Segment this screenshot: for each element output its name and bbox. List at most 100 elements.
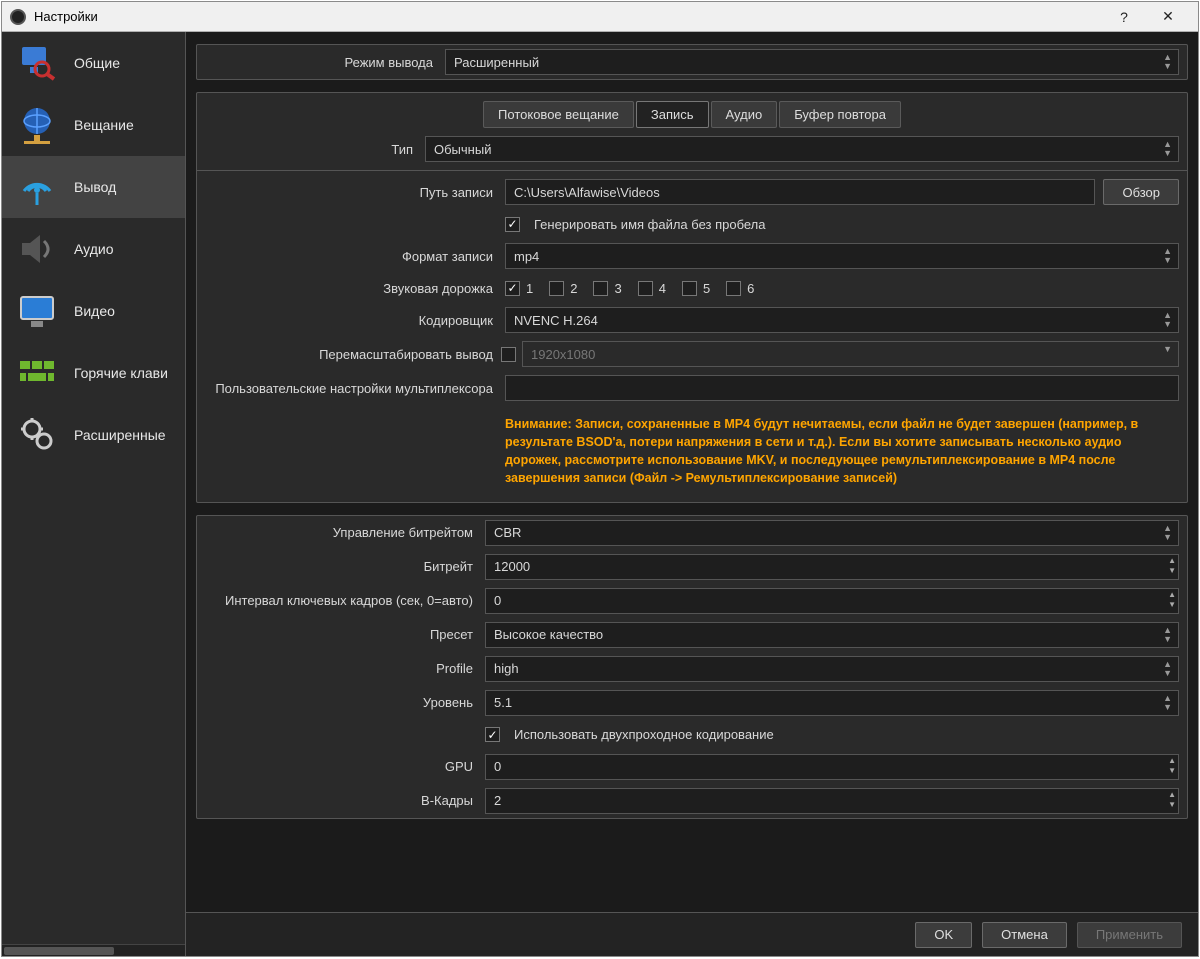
gpu-label: GPU [205, 759, 485, 774]
bframes-value: 2 [494, 793, 501, 808]
profile-value: high [494, 661, 519, 676]
record-format-label: Формат записи [205, 249, 505, 264]
record-path-label: Путь записи [205, 185, 505, 200]
sidebar-scrollbar[interactable] [2, 944, 185, 956]
gpu-value: 0 [494, 759, 501, 774]
chevron-updown-icon: ▲▼ [1163, 311, 1172, 329]
twopass-label: Использовать двухпроходное кодирование [514, 727, 774, 742]
globe-icon [12, 103, 62, 147]
bitrate-label: Битрейт [205, 559, 485, 574]
sidebar-item-hotkeys[interactable]: Горячие клави [2, 342, 185, 404]
sidebar-label: Вывод [74, 179, 116, 195]
sidebar-label: Горячие клави [74, 365, 168, 381]
preset-label: Пресет [205, 627, 485, 642]
mux-label: Пользовательские настройки мультиплексор… [205, 381, 505, 396]
level-combo[interactable]: 5.1 ▲▼ [485, 690, 1179, 716]
rate-control-label: Управление битрейтом [205, 525, 485, 540]
sidebar-item-advanced[interactable]: Расширенные [2, 404, 185, 466]
window-title: Настройки [34, 9, 1102, 24]
dialog-footer: OK Отмена Применить [186, 912, 1198, 956]
profile-label: Profile [205, 661, 485, 676]
bframes-label: B-Кадры [205, 793, 485, 808]
level-value: 5.1 [494, 695, 512, 710]
chevron-updown-icon: ▲▼ [1163, 694, 1172, 712]
audio-tracks: 1 2 3 4 5 6 [505, 281, 754, 296]
display-icon [12, 289, 62, 333]
preset-value: Высокое качество [494, 627, 603, 642]
track-3-checkbox[interactable] [593, 281, 608, 296]
spinner-icon[interactable]: ▲▼ [1168, 590, 1176, 610]
monitor-search-icon [12, 41, 62, 85]
record-format-combo[interactable]: mp4 ▲▼ [505, 243, 1179, 269]
encoder-label: Кодировщик [205, 313, 505, 328]
recording-panel: Потоковое вещание Запись Аудио Буфер пов… [196, 92, 1188, 503]
track-1-checkbox[interactable] [505, 281, 520, 296]
chevron-updown-icon: ▲▼ [1163, 247, 1172, 265]
tab-replay-buffer[interactable]: Буфер повтора [779, 101, 901, 128]
output-mode-panel: Режим вывода Расширенный ▲▼ [196, 44, 1188, 80]
chevron-updown-icon: ▲▼ [1163, 626, 1172, 644]
record-path-input[interactable]: C:\Users\Alfawise\Videos [505, 179, 1095, 205]
cancel-button[interactable]: Отмена [982, 922, 1067, 948]
apply-button[interactable]: Применить [1077, 922, 1182, 948]
chevron-down-icon: ▼ [1163, 345, 1172, 354]
spinner-icon[interactable]: ▲▼ [1168, 756, 1176, 776]
encoder-settings-panel: Управление битрейтом CBR ▲▼ Битрейт [196, 515, 1188, 819]
tab-recording[interactable]: Запись [636, 101, 709, 128]
keyint-input[interactable]: 0 ▲▼ [485, 588, 1179, 614]
type-label: Тип [205, 142, 425, 157]
output-tabs: Потоковое вещание Запись Аудио Буфер пов… [197, 93, 1187, 132]
close-button[interactable]: ✕ [1146, 8, 1190, 25]
antenna-icon [12, 165, 62, 209]
rate-control-combo[interactable]: CBR ▲▼ [485, 520, 1179, 546]
profile-combo[interactable]: high ▲▼ [485, 656, 1179, 682]
sidebar-label: Расширенные [74, 427, 166, 443]
sidebar-label: Общие [74, 55, 120, 71]
record-format-value: mp4 [514, 249, 539, 264]
keyint-label: Интервал ключевых кадров (сек, 0=авто) [205, 593, 485, 608]
chevron-updown-icon: ▲▼ [1163, 140, 1172, 158]
keyboard-icon [12, 351, 62, 395]
browse-button[interactable]: Обзор [1103, 179, 1179, 205]
sidebar-item-general[interactable]: Общие [2, 32, 185, 94]
main-panel: Режим вывода Расширенный ▲▼ Потоковое ве… [186, 32, 1198, 956]
gen-no-space-checkbox[interactable] [505, 217, 520, 232]
tab-streaming[interactable]: Потоковое вещание [483, 101, 634, 128]
bframes-input[interactable]: 2 ▲▼ [485, 788, 1179, 814]
output-mode-combo[interactable]: Расширенный ▲▼ [445, 49, 1179, 75]
sidebar-label: Вещание [74, 117, 134, 133]
rescale-value: 1920x1080 [531, 347, 595, 362]
sidebar-item-video[interactable]: Видео [2, 280, 185, 342]
sidebar-label: Аудио [74, 241, 114, 257]
encoder-value: NVENC H.264 [514, 313, 598, 328]
preset-combo[interactable]: Высокое качество ▲▼ [485, 622, 1179, 648]
sidebar-item-output[interactable]: Вывод [2, 156, 185, 218]
sidebar-item-stream[interactable]: Вещание [2, 94, 185, 156]
record-path-value: C:\Users\Alfawise\Videos [514, 185, 660, 200]
track-4-checkbox[interactable] [638, 281, 653, 296]
tab-audio[interactable]: Аудио [711, 101, 778, 128]
rescale-combo: 1920x1080 ▼ [522, 341, 1179, 367]
spinner-icon[interactable]: ▲▼ [1168, 790, 1176, 810]
encoder-combo[interactable]: NVENC H.264 ▲▼ [505, 307, 1179, 333]
type-value: Обычный [434, 142, 491, 157]
track-5-checkbox[interactable] [682, 281, 697, 296]
track-2-checkbox[interactable] [549, 281, 564, 296]
bitrate-input[interactable]: 12000 ▲▼ [485, 554, 1179, 580]
type-combo[interactable]: Обычный ▲▼ [425, 136, 1179, 162]
spinner-icon[interactable]: ▲▼ [1168, 556, 1176, 576]
gears-icon [12, 413, 62, 457]
gpu-input[interactable]: 0 ▲▼ [485, 754, 1179, 780]
gen-no-space-label: Генерировать имя файла без пробела [534, 217, 766, 232]
twopass-checkbox[interactable] [485, 727, 500, 742]
ok-button[interactable]: OK [915, 922, 972, 948]
track-6-checkbox[interactable] [726, 281, 741, 296]
mux-input[interactable] [505, 375, 1179, 401]
speaker-icon [12, 227, 62, 271]
help-button[interactable]: ? [1102, 9, 1146, 25]
rescale-label: Перемасштабировать вывод [205, 347, 505, 362]
rate-control-value: CBR [494, 525, 521, 540]
rescale-checkbox[interactable] [501, 347, 516, 362]
bitrate-value: 12000 [494, 559, 530, 574]
sidebar-item-audio[interactable]: Аудио [2, 218, 185, 280]
